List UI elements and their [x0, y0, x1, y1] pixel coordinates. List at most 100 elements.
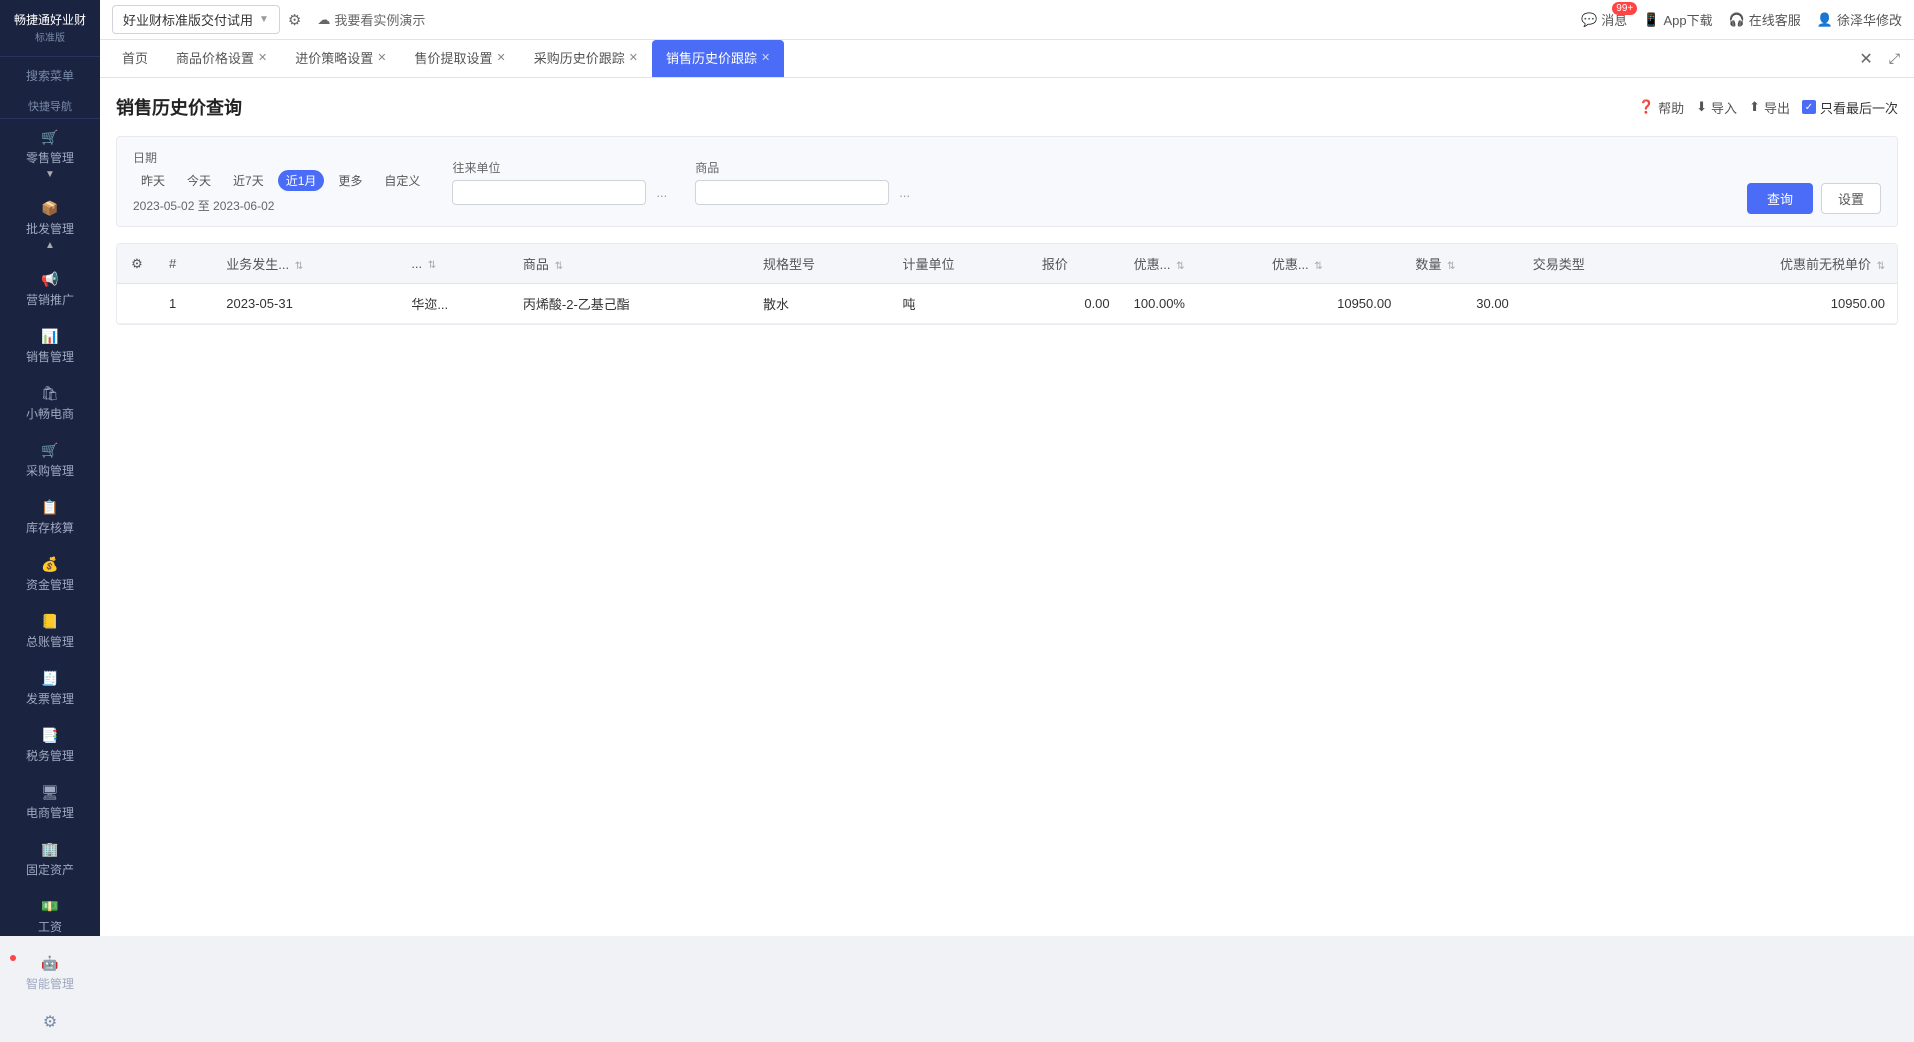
export-icon: ⬆ [1749, 99, 1760, 115]
sidebar-item-payroll[interactable]: 💵 工资 [0, 888, 100, 945]
table-col-product[interactable]: 商品 ⇅ [511, 244, 751, 284]
table-col-unit: 计量单位 [890, 244, 1029, 284]
invoice-icon: 🧾 [41, 670, 58, 687]
app-download-button[interactable]: 📱 App下载 [1643, 10, 1712, 29]
general-icon: 📒 [41, 613, 58, 630]
sidebar-item-inventory[interactable]: 📋 库存核算 [0, 489, 100, 546]
import-icon: ⬇ [1696, 99, 1707, 115]
tab-purchase-history-close[interactable]: ✕ [629, 51, 638, 64]
tab-sales-history[interactable]: 销售历史价跟踪 ✕ [652, 40, 784, 77]
filter-area: 日期 昨天 今天 近7天 近1月 更多 自定义 2023-05-02 至 202… [116, 136, 1898, 227]
date-btn-more[interactable]: 更多 [330, 170, 370, 191]
sidebar-item-wholesale[interactable]: 📦 批发管理 ▲ [0, 190, 100, 261]
message-badge: 99+ [1612, 2, 1637, 15]
sidebar-item-invoice[interactable]: 🧾 发票管理 [0, 660, 100, 717]
data-table-container: ⚙ # 业务发生... ⇅ ... ⇅ 商品 ⇅ [116, 243, 1898, 325]
tab-price[interactable]: 商品价格设置 ✕ [162, 40, 281, 77]
sidebar-quick-nav[interactable]: 快捷导航 [0, 94, 100, 119]
sidebar-bottom: ⚙ [0, 1002, 100, 1042]
export-button[interactable]: ⬆ 导出 [1749, 98, 1790, 117]
table-row[interactable]: 1 2023-05-31 华迩... 丙烯酸-2-乙基己酯 散水 吨 0.00 … [117, 284, 1897, 324]
table-col-more[interactable]: ... ⇅ [399, 244, 511, 284]
sidebar-item-finance[interactable]: 💰 资金管理 [0, 546, 100, 603]
tab-sale-price-close[interactable]: ✕ [497, 51, 506, 64]
row-discount2: 10950.00 [1260, 284, 1404, 324]
tax-icon: 📑 [41, 727, 58, 744]
sidebar-item-ai[interactable]: 🤖 智能管理 [0, 945, 100, 1002]
page-header: 销售历史价查询 ❓ 帮助 ⬇ 导入 ⬆ 导出 ✓ 只看最后一次 [116, 94, 1898, 120]
close-panel-icon[interactable]: ✕ [1853, 47, 1878, 71]
sidebar-item-ecommerce-small[interactable]: 🛍 小畅电商 [0, 375, 100, 432]
tab-purchase-history[interactable]: 采购历史价跟踪 ✕ [520, 40, 652, 77]
tab-home[interactable]: 首页 [108, 40, 162, 77]
sort-pretax-icon: ⇅ [1877, 261, 1885, 272]
app-icon: 📱 [1643, 12, 1659, 28]
table-col-discount2[interactable]: 优惠... ⇅ [1260, 244, 1404, 284]
sidebar-item-marketing[interactable]: 📢 营销推广 [0, 261, 100, 318]
table-col-gear[interactable]: ⚙ [117, 244, 157, 284]
message-button[interactable]: 💬 消息 99+ [1581, 10, 1627, 29]
settings-gear-icon[interactable]: ⚙ [43, 1014, 57, 1031]
sidebar-item-retail[interactable]: 🛒 零售管理 ▼ [0, 119, 100, 190]
sidebar-item-purchase[interactable]: 🛒 采购管理 [0, 432, 100, 489]
ecommerce-icon: 🖥 [41, 784, 59, 801]
table-col-pretax-price[interactable]: 优惠前无税单价 ⇅ [1660, 244, 1897, 284]
demo-link[interactable]: ☁ 我要看实例演示 [317, 10, 425, 29]
sidebar-logo: 畅捷通好业财 标准版 [0, 0, 100, 57]
tab-bar: 首页 商品价格设置 ✕ 进价策略设置 ✕ 售价提取设置 ✕ 采购历史价跟踪 ✕ … [100, 40, 1914, 78]
table-col-spec: 规格型号 [751, 244, 890, 284]
only-last-checkbox[interactable]: ✓ 只看最后一次 [1802, 98, 1898, 117]
inventory-icon: 📋 [41, 499, 58, 516]
user-profile-button[interactable]: 👤 徐泽华修改 [1817, 10, 1902, 29]
tab-strategy-close[interactable]: ✕ [377, 51, 386, 64]
online-service-button[interactable]: 🎧 在线客服 [1729, 10, 1801, 29]
data-table: ⚙ # 业务发生... ⇅ ... ⇅ 商品 ⇅ [117, 244, 1897, 324]
sidebar-item-assets[interactable]: 🏢 固定资产 [0, 831, 100, 888]
tab-strategy[interactable]: 进价策略设置 ✕ [281, 40, 400, 77]
version-selector-label: 好业财标准版交付试用 [123, 10, 253, 29]
date-btn-7days[interactable]: 近7天 [225, 170, 272, 191]
ecommerce-small-icon: 🛍 [41, 385, 59, 402]
sidebar-logo-title: 畅捷通好业财 [14, 12, 86, 29]
from-unit-input[interactable] [452, 180, 646, 205]
expand-panel-icon[interactable]: ⤢ [1883, 48, 1906, 69]
sort-discount2-icon: ⇅ [1314, 261, 1322, 272]
sales-icon: 📊 [41, 328, 58, 345]
settings-button[interactable]: 设置 [1821, 183, 1881, 214]
row-more: 华迩... [399, 284, 511, 324]
table-header: ⚙ # 业务发生... ⇅ ... ⇅ 商品 ⇅ [117, 244, 1897, 284]
sidebar-item-ecommerce[interactable]: 🖥 电商管理 [0, 774, 100, 831]
query-button[interactable]: 查询 [1747, 183, 1813, 214]
product-more[interactable]: ... [895, 185, 914, 200]
tab-sale-price[interactable]: 售价提取设置 ✕ [400, 40, 519, 77]
table-col-trade-type: 交易类型 [1521, 244, 1660, 284]
table-col-date[interactable]: 业务发生... ⇅ [214, 244, 399, 284]
product-control: ... [695, 180, 914, 205]
sidebar-item-tax[interactable]: 📑 税务管理 [0, 717, 100, 774]
date-btn-today[interactable]: 今天 [179, 170, 219, 191]
table-col-qty[interactable]: 数量 ⇅ [1403, 244, 1520, 284]
from-unit-more[interactable]: ... [652, 185, 671, 200]
product-label: 商品 [695, 159, 719, 176]
filter-date: 日期 昨天 今天 近7天 近1月 更多 自定义 2023-05-02 至 202… [133, 149, 428, 214]
table-col-discount1[interactable]: 优惠... ⇅ [1122, 244, 1260, 284]
sidebar-search[interactable]: 搜索菜单 [0, 57, 100, 94]
ai-indicator [10, 955, 16, 961]
topbar-gear-icon[interactable]: ⚙ [288, 11, 301, 29]
version-selector[interactable]: 好业财标准版交付试用 ▼ [112, 5, 280, 34]
product-input[interactable] [695, 180, 889, 205]
date-btn-yesterday[interactable]: 昨天 [133, 170, 173, 191]
sidebar-item-sales[interactable]: 📊 销售管理 [0, 318, 100, 375]
import-button[interactable]: ⬇ 导入 [1696, 98, 1737, 117]
sidebar-logo-subtitle: 标准版 [35, 29, 65, 44]
retail-icon: 🛒 [41, 129, 58, 146]
tab-sales-history-close[interactable]: ✕ [761, 51, 770, 64]
page-title: 销售历史价查询 [116, 94, 242, 120]
date-btn-1month[interactable]: 近1月 [278, 170, 325, 191]
tab-price-close[interactable]: ✕ [258, 51, 267, 64]
help-button[interactable]: ❓ 帮助 [1638, 98, 1684, 117]
purchase-icon: 🛒 [41, 442, 58, 459]
sidebar-item-general[interactable]: 📒 总账管理 [0, 603, 100, 660]
date-btn-custom[interactable]: 自定义 [376, 170, 428, 191]
table-body: 1 2023-05-31 华迩... 丙烯酸-2-乙基己酯 散水 吨 0.00 … [117, 284, 1897, 324]
